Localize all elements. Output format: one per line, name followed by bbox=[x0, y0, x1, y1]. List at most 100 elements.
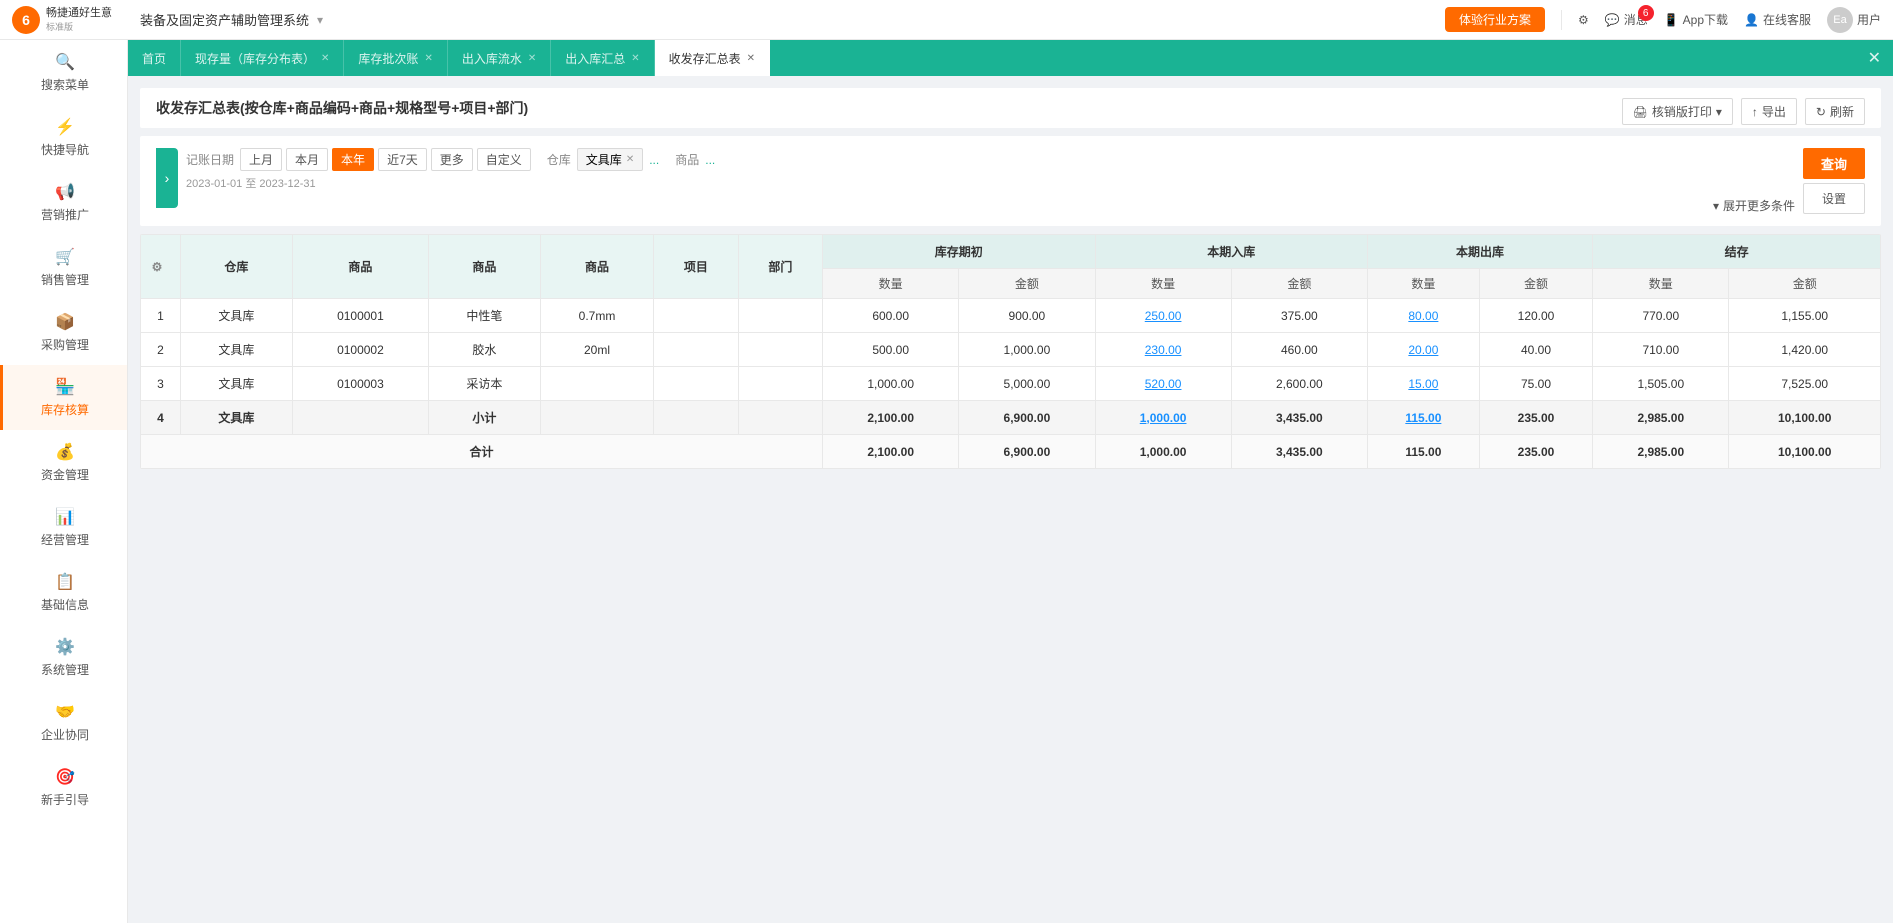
online-service-item[interactable]: 👤 在线客服 bbox=[1744, 11, 1811, 28]
table-row: 1文具库0100001中性笔0.7mm600.00900.00250.00375… bbox=[141, 299, 1881, 333]
query-button[interactable]: 查询 bbox=[1803, 148, 1865, 179]
sidebar-item-sales[interactable]: 🛒 销售管理 bbox=[0, 235, 127, 300]
print-dropdown-icon: ▾ bbox=[1716, 105, 1722, 119]
tab-batch-account[interactable]: 库存批次账 ✕ bbox=[344, 40, 447, 76]
sidebar-label-business: 经营管理 bbox=[41, 531, 89, 548]
warehouse-more-btn[interactable]: ... bbox=[649, 153, 659, 167]
sidebar-item-quicknav[interactable]: ⚡ 快捷导航 bbox=[0, 105, 127, 170]
sidebar-item-search[interactable]: 🔍 搜索菜单 bbox=[0, 40, 127, 105]
tab-batch-account-close[interactable]: ✕ bbox=[424, 53, 432, 64]
tab-inout-flow-close[interactable]: ✕ bbox=[528, 53, 536, 64]
main-content: 首页 现存量（库存分布表） ✕ 库存批次账 ✕ 出入库流水 ✕ 出入库汇总 ✕ … bbox=[128, 40, 1893, 923]
th-end-qty: 数量 bbox=[1593, 269, 1729, 299]
business-icon: 📊 bbox=[55, 507, 75, 527]
tab-inout-summary-label: 出入库汇总 bbox=[565, 50, 625, 67]
sidebar-item-guide[interactable]: 🎯 新手引导 bbox=[0, 755, 127, 820]
table-settings-gear[interactable]: ⚙ bbox=[147, 257, 167, 277]
settings-icon-item[interactable]: ⚙ bbox=[1578, 13, 1589, 27]
warehouse-tag[interactable]: 文具库 ✕ bbox=[577, 148, 643, 171]
cell-seq: 2 bbox=[141, 333, 181, 367]
footer-in-amt: 3,435.00 bbox=[1231, 435, 1367, 469]
user-item[interactable]: Ea 用户 bbox=[1827, 7, 1881, 33]
print-button[interactable]: 🖨 核销版打印 ▾ bbox=[1622, 98, 1733, 125]
cell-end-amt: 1,155.00 bbox=[1729, 299, 1881, 333]
cell-in-qty[interactable]: 250.00 bbox=[1095, 299, 1231, 333]
table-row: 2文具库0100002胶水20ml500.001,000.00230.00460… bbox=[141, 333, 1881, 367]
app-download-item[interactable]: 📱 App下载 bbox=[1664, 11, 1728, 28]
expand-conditions-btn[interactable]: ▾ 展开更多条件 bbox=[1713, 197, 1795, 214]
cell-out-qty[interactable]: 20.00 bbox=[1367, 333, 1479, 367]
sidebar-label-search: 搜索菜单 bbox=[41, 76, 89, 93]
user-avatar: Ea bbox=[1827, 7, 1853, 33]
cell-in-qty[interactable]: 230.00 bbox=[1095, 333, 1231, 367]
cell-end-qty: 710.00 bbox=[1593, 333, 1729, 367]
warehouse-tag-close[interactable]: ✕ bbox=[626, 154, 634, 165]
sidebar-item-inventory[interactable]: 🏪 库存核算 bbox=[0, 365, 127, 430]
purchase-icon: 📦 bbox=[55, 312, 75, 332]
sidebar-item-basic[interactable]: 📋 基础信息 bbox=[0, 560, 127, 625]
date-btn-this-year[interactable]: 本年 bbox=[332, 148, 374, 171]
cell-out-qty[interactable]: 115.00 bbox=[1367, 401, 1479, 435]
th-warehouse: 仓库 bbox=[181, 235, 293, 299]
cell-begin-amt: 5,000.00 bbox=[959, 367, 1095, 401]
date-range-text: 2023-01-01 至 2023-12-31 bbox=[186, 178, 316, 190]
sidebar-item-system[interactable]: ⚙️ 系统管理 bbox=[0, 625, 127, 690]
cell-in-qty[interactable]: 1,000.00 bbox=[1095, 401, 1231, 435]
tab-recv-send-close[interactable]: ✕ bbox=[747, 53, 755, 64]
sidebar-item-finance[interactable]: 💰 资金管理 bbox=[0, 430, 127, 495]
sidebar-item-business[interactable]: 📊 经营管理 bbox=[0, 495, 127, 560]
cell-seq: 1 bbox=[141, 299, 181, 333]
th-dept: 部门 bbox=[738, 235, 822, 299]
trial-button[interactable]: 体验行业方案 bbox=[1445, 7, 1545, 32]
filter-expand-side-btn[interactable]: › bbox=[156, 148, 178, 208]
cell-code: 0100001 bbox=[292, 299, 428, 333]
tab-inout-summary-close[interactable]: ✕ bbox=[631, 53, 639, 64]
tab-stock-dist[interactable]: 现存量（库存分布表） ✕ bbox=[181, 40, 344, 76]
cell-begin-amt: 900.00 bbox=[959, 299, 1095, 333]
message-badge: 6 bbox=[1638, 5, 1654, 21]
filter-settings-button[interactable]: 设置 bbox=[1803, 183, 1865, 214]
cell-out-qty[interactable]: 15.00 bbox=[1367, 367, 1479, 401]
basic-icon: 📋 bbox=[55, 572, 75, 592]
cell-name: 小计 bbox=[429, 401, 541, 435]
print-icon: 🖨 bbox=[1633, 105, 1648, 119]
date-btn-this-month[interactable]: 本月 bbox=[286, 148, 328, 171]
cell-in-qty[interactable]: 520.00 bbox=[1095, 367, 1231, 401]
cell-begin-qty: 500.00 bbox=[823, 333, 959, 367]
cell-name: 采访本 bbox=[429, 367, 541, 401]
refresh-button[interactable]: ↻ 刷新 bbox=[1805, 98, 1865, 125]
goods-more-btn[interactable]: ... bbox=[705, 153, 715, 167]
warehouse-label: 仓库 bbox=[547, 151, 571, 168]
footer-begin-qty: 2,100.00 bbox=[823, 435, 959, 469]
tab-inout-summary[interactable]: 出入库汇总 ✕ bbox=[551, 40, 654, 76]
cell-project bbox=[654, 333, 738, 367]
sidebar-item-purchase[interactable]: 📦 采购管理 bbox=[0, 300, 127, 365]
cell-begin-amt: 1,000.00 bbox=[959, 333, 1095, 367]
export-button[interactable]: ↑ 导出 bbox=[1741, 98, 1797, 125]
cell-dept bbox=[738, 333, 822, 367]
cell-project bbox=[654, 401, 738, 435]
cell-in-amt: 3,435.00 bbox=[1231, 401, 1367, 435]
date-btn-more[interactable]: 更多 bbox=[431, 148, 473, 171]
tab-recv-send[interactable]: 收发存汇总表 ✕ bbox=[655, 40, 770, 76]
message-item[interactable]: 💬 消息 6 bbox=[1605, 11, 1648, 28]
tab-stock-dist-close[interactable]: ✕ bbox=[321, 53, 329, 64]
settings-gear-icon: ⚙ bbox=[1578, 13, 1589, 27]
date-btn-7days[interactable]: 近7天 bbox=[378, 148, 427, 171]
tab-inout-flow[interactable]: 出入库流水 ✕ bbox=[448, 40, 551, 76]
cell-warehouse: 文具库 bbox=[181, 367, 293, 401]
date-btn-custom[interactable]: 自定义 bbox=[477, 148, 531, 171]
sidebar-item-enterprise[interactable]: 🤝 企业协同 bbox=[0, 690, 127, 755]
cell-out-qty[interactable]: 80.00 bbox=[1367, 299, 1479, 333]
tab-home[interactable]: 首页 bbox=[128, 40, 181, 76]
footer-end-qty: 2,985.00 bbox=[1593, 435, 1729, 469]
system-dropdown-icon[interactable]: ▾ bbox=[317, 13, 323, 27]
th-project: 项目 bbox=[654, 235, 738, 299]
sidebar-label-system: 系统管理 bbox=[41, 661, 89, 678]
sidebar-label-guide: 新手引导 bbox=[41, 791, 89, 808]
tab-bar-close-icon[interactable]: ✕ bbox=[1856, 48, 1893, 68]
cell-seq: 4 bbox=[141, 401, 181, 435]
sidebar-item-marketing[interactable]: 📢 营销推广 bbox=[0, 170, 127, 235]
date-btn-last-month[interactable]: 上月 bbox=[240, 148, 282, 171]
page-header: 收发存汇总表(按仓库+商品编码+商品+规格型号+项目+部门) 🖨 核销版打印 ▾… bbox=[140, 88, 1881, 128]
